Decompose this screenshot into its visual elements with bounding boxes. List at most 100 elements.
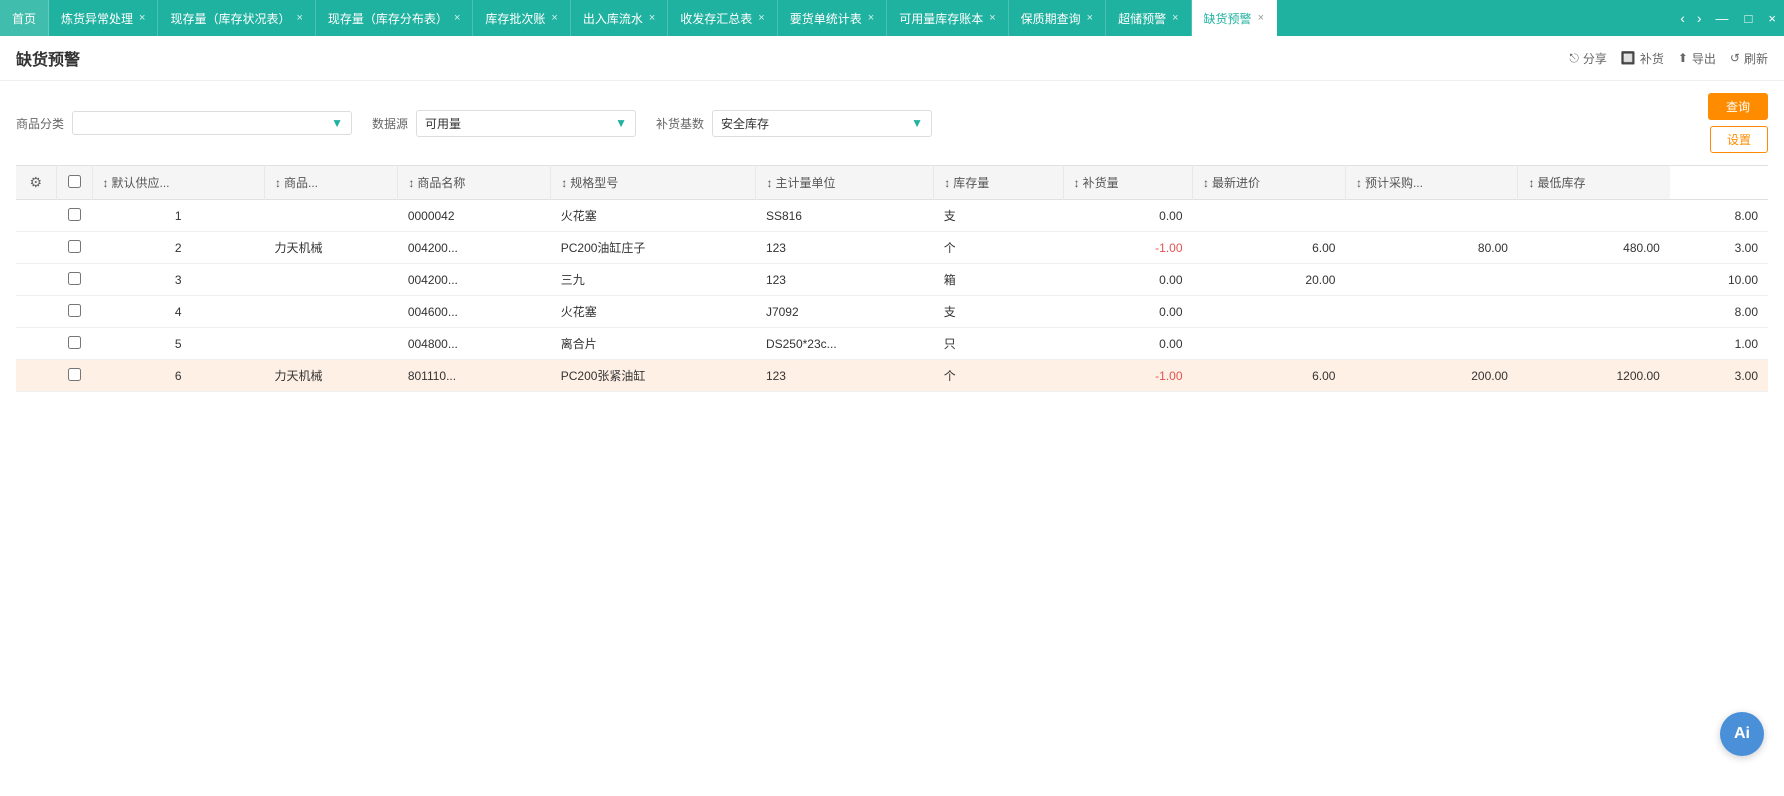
- td-supplier-4: [265, 328, 398, 360]
- window-close-btn[interactable]: ×: [1760, 0, 1784, 36]
- tab-batch-account[interactable]: 库存批次账 ×: [473, 0, 570, 36]
- td-replenish-qty-5: 6.00: [1193, 360, 1346, 392]
- tab-demand-stat-close[interactable]: ×: [868, 12, 874, 24]
- th-product-code[interactable]: ↕ 商品...: [265, 166, 398, 200]
- td-supplier-2: [265, 264, 398, 296]
- th-min-stock[interactable]: ↕ 最低库存: [1518, 166, 1670, 200]
- td-latest-price-1: 80.00: [1345, 232, 1518, 264]
- th-replenish-qty-sort: ↕ 补货量: [1074, 174, 1119, 191]
- table-row: 2 力天机械 004200... PC200油缸庄子 123 个 -1.00 6…: [16, 232, 1768, 264]
- td-checkbox-2[interactable]: [56, 264, 92, 296]
- td-estimated-purchase-4: [1518, 328, 1670, 360]
- td-replenish-qty-4: [1193, 328, 1346, 360]
- tab-inventory-status-close[interactable]: ×: [296, 12, 302, 24]
- td-gear-5: [16, 360, 56, 392]
- td-checkbox-3[interactable]: [56, 296, 92, 328]
- th-replenish-qty[interactable]: ↕ 补货量: [1063, 166, 1192, 200]
- tab-receive-summary[interactable]: 收发存汇总表 ×: [668, 0, 777, 36]
- tab-batch-account-close[interactable]: ×: [551, 12, 557, 24]
- datasource-select[interactable]: 可用量 ▼: [416, 110, 636, 137]
- category-select[interactable]: ▼: [72, 111, 352, 135]
- th-unit-sort: ↕ 主计量单位: [766, 174, 835, 191]
- replenish-basis-label: 补货基数: [656, 115, 704, 132]
- th-stock-qty[interactable]: ↕ 库存量: [934, 166, 1063, 200]
- query-button[interactable]: 查询: [1708, 93, 1768, 120]
- table-body: 1 0000042 火花塞 SS816 支 0.00 8.00 2 力天机械 0…: [16, 200, 1768, 392]
- row-checkbox-4[interactable]: [68, 336, 81, 349]
- tab-next-btn[interactable]: ›: [1691, 0, 1708, 36]
- th-checkbox[interactable]: [56, 166, 92, 200]
- td-checkbox-0[interactable]: [56, 200, 92, 232]
- td-rownum-3: 4: [92, 296, 265, 328]
- tab-exception-close[interactable]: ×: [139, 12, 145, 24]
- tab-shortage-warning-close[interactable]: ×: [1258, 12, 1264, 24]
- td-min-stock-2: 10.00: [1670, 264, 1768, 296]
- tab-expiry-query-close[interactable]: ×: [1087, 12, 1093, 24]
- td-supplier-1: 力天机械: [265, 232, 398, 264]
- th-unit[interactable]: ↕ 主计量单位: [756, 166, 934, 200]
- category-dropdown-icon: ▼: [331, 116, 343, 130]
- export-btn[interactable]: ⬆ 导出: [1678, 50, 1716, 67]
- settings-button[interactable]: 设置: [1710, 126, 1768, 153]
- filter-actions: 查询 设置: [1708, 93, 1768, 153]
- tab-inventory-status[interactable]: 现存量（库存状况表） ×: [158, 0, 315, 36]
- tab-inventory-dist[interactable]: 现存量（库存分布表） ×: [316, 0, 473, 36]
- row-checkbox-2[interactable]: [68, 272, 81, 285]
- row-checkbox-0[interactable]: [68, 208, 81, 221]
- window-minimize-btn[interactable]: —: [1708, 0, 1737, 36]
- table-container: ⚙ ↕ 默认供应... ↕ 商品...: [0, 165, 1784, 392]
- row-checkbox-1[interactable]: [68, 240, 81, 253]
- datasource-filter-label: 数据源: [372, 115, 408, 132]
- tab-demand-stat[interactable]: 要货单统计表 ×: [778, 0, 887, 36]
- ai-assistant-btn[interactable]: Ai: [1720, 712, 1764, 756]
- data-table: ⚙ ↕ 默认供应... ↕ 商品...: [16, 165, 1768, 392]
- tab-overstock-warning-close[interactable]: ×: [1172, 12, 1178, 24]
- td-unit-1: 个: [934, 232, 1063, 264]
- tab-bar: 首页 炼货异常处理 × 现存量（库存状况表） × 现存量（库存分布表） × 库存…: [0, 0, 1784, 36]
- row-checkbox-3[interactable]: [68, 304, 81, 317]
- td-estimated-purchase-3: [1518, 296, 1670, 328]
- tab-available-ledger[interactable]: 可用量库存账本 ×: [887, 0, 1008, 36]
- th-spec[interactable]: ↕ 规格型号: [551, 166, 756, 200]
- td-product-code-2: 004200...: [398, 264, 551, 296]
- th-estimated-purchase[interactable]: ↕ 预计采购...: [1345, 166, 1518, 200]
- replenish-btn[interactable]: 🔲 补货: [1621, 50, 1664, 67]
- td-supplier-3: [265, 296, 398, 328]
- tab-inout-flow[interactable]: 出入库流水 ×: [571, 0, 668, 36]
- td-checkbox-5[interactable]: [56, 360, 92, 392]
- tab-shortage-warning[interactable]: 缺货预警 ×: [1192, 0, 1277, 36]
- td-latest-price-5: 200.00: [1345, 360, 1518, 392]
- tab-exception[interactable]: 炼货异常处理 ×: [49, 0, 158, 36]
- td-replenish-qty-3: [1193, 296, 1346, 328]
- td-checkbox-4[interactable]: [56, 328, 92, 360]
- replenish-basis-select[interactable]: 安全库存 ▼: [712, 110, 932, 137]
- table-row: 5 004800... 离合片 DS250*23c... 只 0.00 1.00: [16, 328, 1768, 360]
- th-latest-price[interactable]: ↕ 最新进价: [1193, 166, 1346, 200]
- td-supplier-0: [265, 200, 398, 232]
- select-all-checkbox[interactable]: [68, 175, 81, 188]
- td-stock-qty-1: -1.00: [1063, 232, 1192, 264]
- refresh-btn[interactable]: ↺ 刷新: [1730, 50, 1768, 67]
- share-btn[interactable]: ⎋ 分享: [1569, 50, 1607, 67]
- tab-overstock-warning[interactable]: 超储预警 ×: [1106, 0, 1191, 36]
- td-checkbox-1[interactable]: [56, 232, 92, 264]
- tab-receive-summary-close[interactable]: ×: [758, 12, 764, 24]
- td-replenish-qty-0: [1193, 200, 1346, 232]
- th-default-supplier[interactable]: ↕ 默认供应...: [92, 166, 265, 200]
- td-estimated-purchase-0: [1518, 200, 1670, 232]
- th-gear[interactable]: ⚙: [16, 166, 56, 200]
- tab-home[interactable]: 首页: [0, 0, 49, 36]
- tab-demand-stat-label: 要货单统计表: [790, 10, 862, 27]
- tab-prev-btn[interactable]: ‹: [1674, 0, 1691, 36]
- tab-inventory-dist-close[interactable]: ×: [454, 12, 460, 24]
- td-stock-qty-0: 0.00: [1063, 200, 1192, 232]
- window-maximize-btn[interactable]: □: [1737, 0, 1761, 36]
- th-product-name[interactable]: ↕ 商品名称: [398, 166, 551, 200]
- tab-overstock-warning-label: 超储预警: [1118, 10, 1166, 27]
- tab-available-ledger-close[interactable]: ×: [989, 12, 995, 24]
- row-checkbox-5[interactable]: [68, 368, 81, 381]
- tab-expiry-query[interactable]: 保质期查询 ×: [1009, 0, 1106, 36]
- table-row: 6 力天机械 801110... PC200张紧油缸 123 个 -1.00 6…: [16, 360, 1768, 392]
- td-rownum-0: 1: [92, 200, 265, 232]
- tab-inout-flow-close[interactable]: ×: [649, 12, 655, 24]
